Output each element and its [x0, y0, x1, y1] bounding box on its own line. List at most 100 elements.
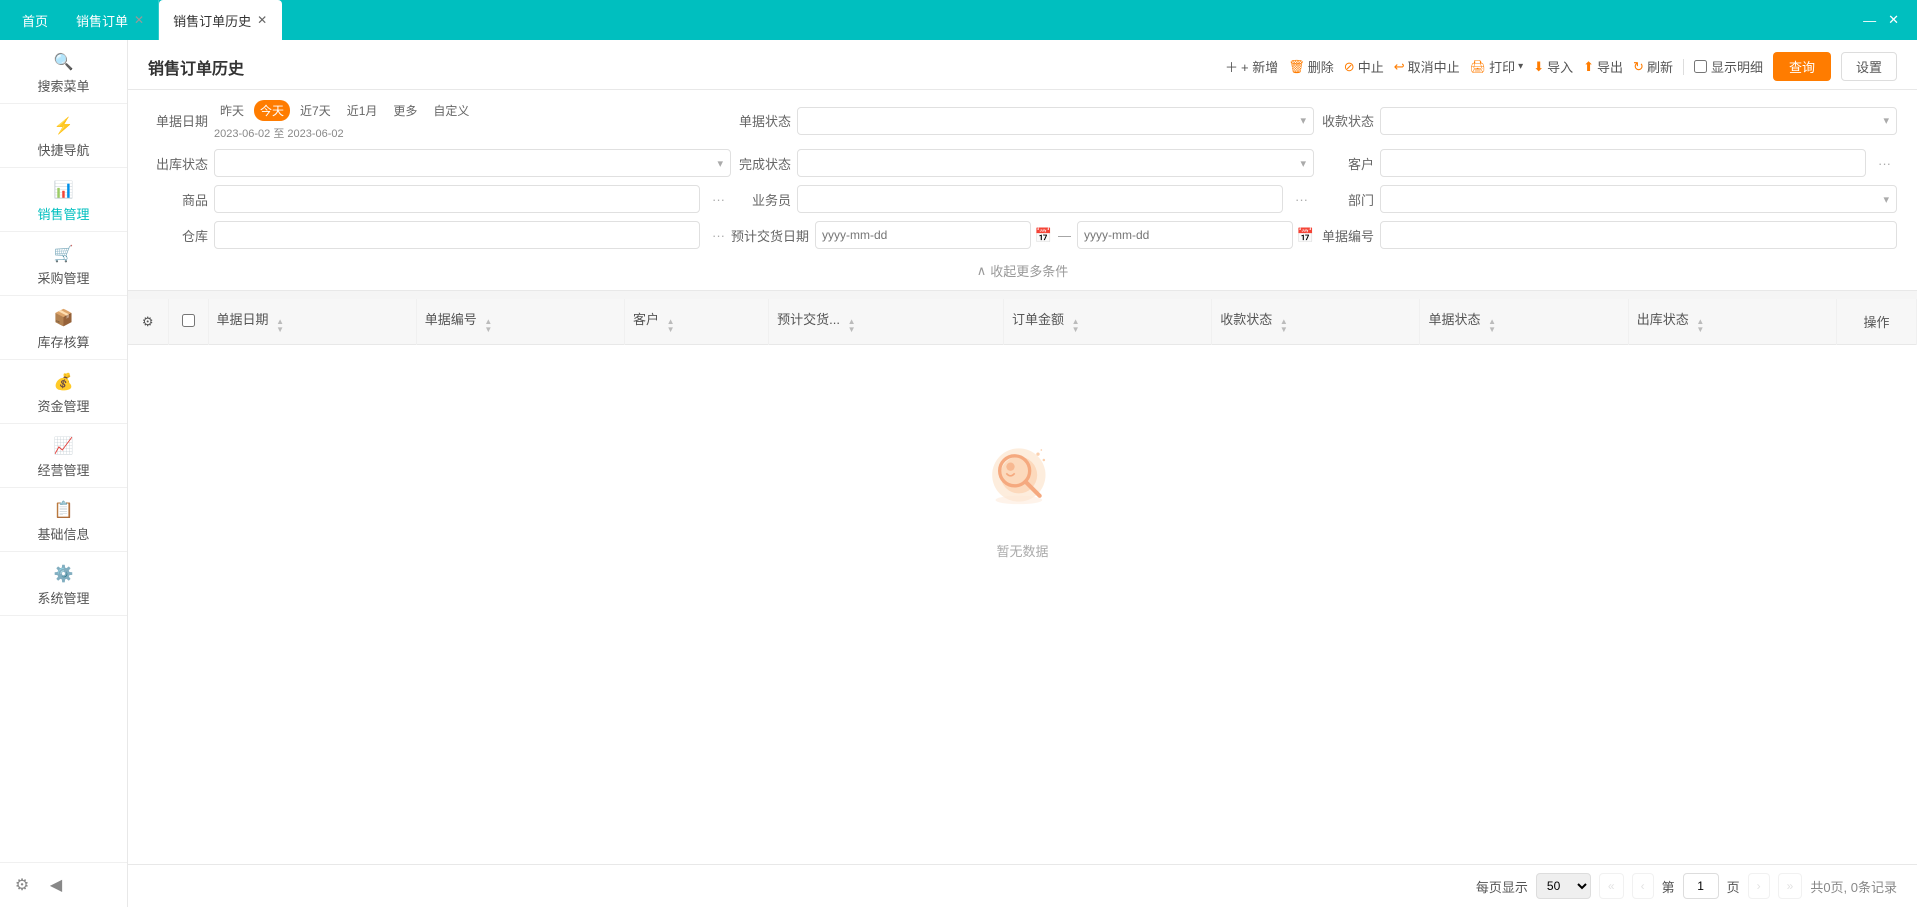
- out-sort[interactable]: ▲▼: [1696, 318, 1704, 334]
- warehouse-more-icon[interactable]: ···: [706, 228, 731, 243]
- sidebar-item-finance[interactable]: 💰 资金管理: [0, 360, 127, 424]
- empty-illustration: [973, 425, 1073, 525]
- import-button[interactable]: ⬇ 导入: [1533, 57, 1573, 76]
- th-amount[interactable]: 订单金额 ▲▼: [1004, 299, 1212, 345]
- settings-icon[interactable]: ⚙: [142, 314, 154, 329]
- order-no-label: 单据编号: [1314, 226, 1374, 245]
- tab-home[interactable]: 首页: [8, 0, 62, 40]
- filter-dept: 部门 ▾: [1314, 185, 1897, 213]
- shortcut-last1m[interactable]: 近1月: [341, 100, 384, 121]
- no-sort[interactable]: ▲▼: [484, 318, 492, 334]
- collapse-link[interactable]: ∧ 收起更多条件: [148, 257, 1897, 280]
- salesperson-more-icon[interactable]: ···: [1289, 192, 1314, 207]
- sidebar-item-system[interactable]: ⚙️ 系统管理: [0, 552, 127, 616]
- complete-status-select[interactable]: [797, 149, 1314, 177]
- customer-input[interactable]: [1380, 149, 1866, 177]
- th-receipt-status[interactable]: 收款状态 ▲▼: [1212, 299, 1420, 345]
- new-button[interactable]: ＋ + 新增: [1225, 57, 1278, 76]
- cancel-stop-button[interactable]: ↩ 取消中止: [1394, 57, 1460, 76]
- filter-row-2: 出库状态 ▾ 完成状态 ▾: [148, 149, 1897, 177]
- page-size-label: 每页显示: [1476, 877, 1528, 896]
- select-all-checkbox[interactable]: [182, 314, 195, 327]
- sidebar-item-inventory[interactable]: 📦 库存核算: [0, 296, 127, 360]
- th-customer[interactable]: 客户 ▲▼: [624, 299, 768, 345]
- shortcut-last7[interactable]: 近7天: [294, 100, 337, 121]
- receipt-status-select[interactable]: [1380, 107, 1897, 135]
- close-window-btn[interactable]: ✕: [1888, 12, 1899, 28]
- th-no[interactable]: 单据编号 ▲▼: [416, 299, 624, 345]
- goods-more-icon[interactable]: ···: [706, 192, 731, 207]
- page-label: 第: [1662, 877, 1675, 896]
- shortcut-yesterday[interactable]: 昨天: [214, 100, 250, 121]
- bill-sort[interactable]: ▲▼: [1488, 318, 1496, 334]
- close-tab-sales-order[interactable]: ✕: [134, 13, 144, 27]
- sidebar-settings-icon[interactable]: ⚙: [10, 873, 34, 897]
- sidebar-item-operations[interactable]: 📈 经营管理: [0, 424, 127, 488]
- data-table: ⚙ 单据日期 ▲▼ 单据编号 ▲▼: [128, 299, 1917, 345]
- delivery-date-from-icon[interactable]: 📅: [1035, 227, 1052, 244]
- customer-more-icon[interactable]: ···: [1872, 156, 1897, 171]
- sidebar-collapse-icon[interactable]: ◀: [44, 873, 68, 897]
- shortcut-custom[interactable]: 自定义: [427, 100, 475, 121]
- export-icon: ⬆: [1583, 59, 1594, 75]
- shortcut-more[interactable]: 更多: [387, 100, 423, 121]
- filter-out-status: 出库状态 ▾: [148, 149, 731, 177]
- table-container: ⚙ 单据日期 ▲▼ 单据编号 ▲▼: [128, 299, 1917, 864]
- th-out-status[interactable]: 出库状态 ▲▼: [1628, 299, 1836, 345]
- th-actions: 操作: [1837, 299, 1917, 345]
- first-page-button[interactable]: «: [1599, 873, 1624, 899]
- prev-page-button[interactable]: ‹: [1632, 873, 1654, 899]
- th-settings[interactable]: ⚙: [128, 299, 168, 345]
- th-date[interactable]: 单据日期 ▲▼: [208, 299, 416, 345]
- shortcut-today[interactable]: 今天: [254, 100, 290, 121]
- customer-sort[interactable]: ▲▼: [667, 318, 675, 334]
- th-bill-status[interactable]: 单据状态 ▲▼: [1420, 299, 1628, 345]
- print-icon: 🖨: [1470, 59, 1487, 75]
- stop-button[interactable]: ⊘ 中止: [1344, 57, 1384, 76]
- export-button[interactable]: ⬆ 导出: [1583, 57, 1623, 76]
- th-checkbox[interactable]: [168, 299, 208, 345]
- query-button[interactable]: 查询: [1773, 52, 1831, 81]
- filter-row-1: 单据日期 昨天 今天 近7天 近1月 更多 自定义 2023-06-02 至 2…: [148, 100, 1897, 141]
- display-columns-checkbox[interactable]: 显示明细: [1694, 57, 1763, 76]
- order-no-input[interactable]: [1380, 221, 1897, 249]
- display-columns-input[interactable]: [1694, 60, 1707, 73]
- salesperson-input[interactable]: [797, 185, 1283, 213]
- sidebar-item-sales-mgmt[interactable]: 📊 销售管理: [0, 168, 127, 232]
- filter-customer: 客户 ···: [1314, 149, 1897, 177]
- delivery-date-to[interactable]: [1077, 221, 1293, 249]
- filter-complete-status: 完成状态 ▾: [731, 149, 1314, 177]
- goods-input[interactable]: [214, 185, 700, 213]
- tab-sales-order-history[interactable]: 销售订单历史 ✕: [159, 0, 282, 40]
- minimize-btn[interactable]: —: [1863, 13, 1876, 28]
- warehouse-input[interactable]: [214, 221, 700, 249]
- out-status-select[interactable]: [214, 149, 731, 177]
- sidebar-item-purchase-mgmt[interactable]: 🛒 采购管理: [0, 232, 127, 296]
- warehouse-label: 仓库: [148, 226, 208, 245]
- dept-select[interactable]: [1380, 185, 1897, 213]
- bill-status-label: 单据状态: [731, 111, 791, 130]
- refresh-button[interactable]: ↻ 刷新: [1633, 57, 1673, 76]
- last-page-button[interactable]: »: [1778, 873, 1803, 899]
- delivery-sort[interactable]: ▲▼: [848, 318, 856, 334]
- amount-sort[interactable]: ▲▼: [1072, 318, 1080, 334]
- close-tab-sales-order-history[interactable]: ✕: [257, 13, 267, 27]
- delivery-date-to-icon[interactable]: 📅: [1297, 227, 1314, 244]
- th-delivery-date[interactable]: 预计交货... ▲▼: [769, 299, 1004, 345]
- bill-status-select[interactable]: [797, 107, 1314, 135]
- delete-button[interactable]: 🗑 删除: [1288, 57, 1334, 76]
- print-button[interactable]: 🖨 打印 ▾: [1470, 57, 1524, 76]
- tab-sales-order[interactable]: 销售订单 ✕: [62, 0, 159, 40]
- sidebar-item-base-info[interactable]: 📋 基础信息: [0, 488, 127, 552]
- sidebar-item-quick-nav[interactable]: ⚡ 快捷导航: [0, 104, 127, 168]
- page-number-input[interactable]: [1683, 873, 1719, 899]
- sidebar-item-search-menu[interactable]: 🔍 搜索菜单: [0, 40, 127, 104]
- page-size-select[interactable]: 20 50 100: [1536, 873, 1591, 899]
- delete-icon: 🗑: [1288, 59, 1305, 75]
- next-page-button[interactable]: ›: [1748, 873, 1770, 899]
- receipt-sort[interactable]: ▲▼: [1280, 318, 1288, 334]
- delivery-date-from[interactable]: [815, 221, 1031, 249]
- date-sort[interactable]: ▲▼: [276, 318, 284, 334]
- search-menu-icon: 🔍: [54, 52, 74, 72]
- setting-button[interactable]: 设置: [1841, 52, 1897, 81]
